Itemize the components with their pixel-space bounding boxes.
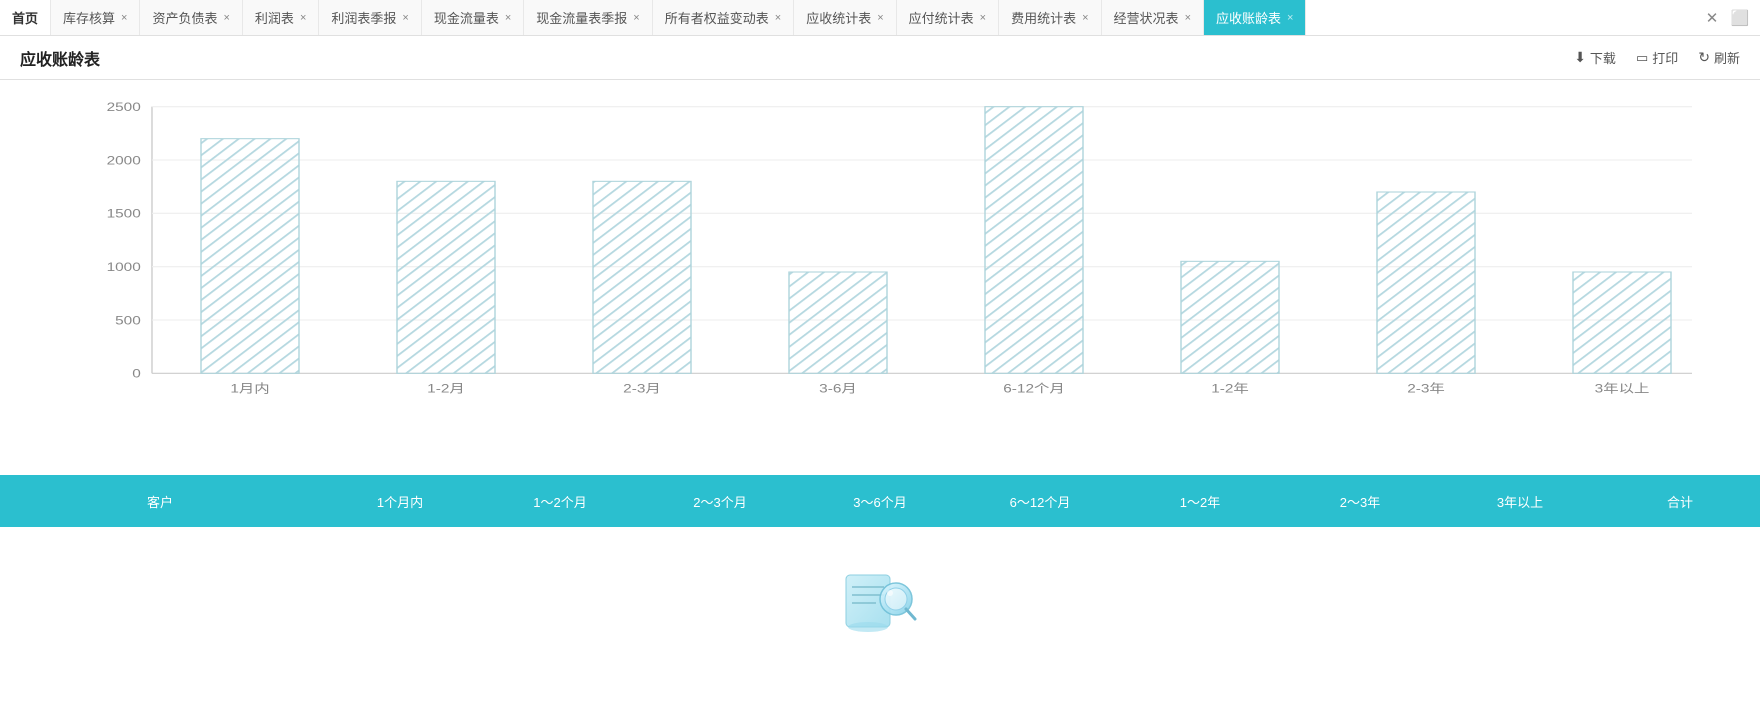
close-aging-tab[interactable]: × xyxy=(1287,12,1293,24)
tab-receivable-label: 应收统计表 xyxy=(806,8,871,27)
tab-aging[interactable]: 应收账龄表 × xyxy=(1204,0,1306,36)
svg-text:0: 0 xyxy=(132,367,141,380)
tab-inventory[interactable]: 库存核算 × xyxy=(51,0,140,36)
close-expense-tab[interactable]: × xyxy=(1082,12,1088,24)
table-body xyxy=(0,527,1760,637)
svg-text:3-6月: 3-6月 xyxy=(819,382,857,395)
chart-area: 0 500 1000 1500 2000 2500 1月内 1-2月 2-3月 … xyxy=(0,80,1760,475)
tab-payable-stats[interactable]: 应付统计表 × xyxy=(897,0,999,36)
close-cashflow-tab[interactable]: × xyxy=(505,12,511,24)
tab-profit-loss[interactable]: 利润表 × xyxy=(243,0,319,36)
tab-operations[interactable]: 经营状况表 × xyxy=(1102,0,1204,36)
main-content: 0 500 1000 1500 2000 2500 1月内 1-2月 2-3月 … xyxy=(0,80,1760,720)
svg-text:2-3月: 2-3月 xyxy=(623,382,661,395)
bar-1to2m xyxy=(397,181,495,373)
col-1to2m: 1～2个月 xyxy=(480,492,640,511)
bar-3to6m xyxy=(789,272,887,373)
page-actions: ⬇ 下载 ▭ 打印 ↻ 刷新 xyxy=(1574,48,1740,67)
bar-6to12m xyxy=(985,107,1083,374)
tab-home-label: 首页 xyxy=(12,8,38,27)
svg-text:500: 500 xyxy=(115,314,141,327)
tab-aging-label: 应收账龄表 xyxy=(1216,8,1281,27)
print-button[interactable]: ▭ 打印 xyxy=(1636,48,1678,67)
col-total: 合计 xyxy=(1600,492,1760,511)
close-profit-tab[interactable]: × xyxy=(300,12,306,24)
close-payable-tab[interactable]: × xyxy=(980,12,986,24)
col-within1m: 1个月内 xyxy=(320,492,480,511)
tab-bar: 首页 库存核算 × 资产负债表 × 利润表 × 利润表季报 × 现金流量表 × … xyxy=(0,0,1760,36)
tab-profit-quarterly-label: 利润表季报 xyxy=(331,8,396,27)
download-button[interactable]: ⬇ 下载 xyxy=(1574,48,1616,67)
refresh-label: 刷新 xyxy=(1714,48,1740,67)
tab-balance-label: 资产负债表 xyxy=(152,8,217,27)
close-cashflow-quarterly-tab[interactable]: × xyxy=(633,12,639,24)
close-equity-tab[interactable]: × xyxy=(775,12,781,24)
window-close-button[interactable]: ✕ xyxy=(1700,6,1724,30)
bar-within1m xyxy=(201,139,299,374)
svg-text:1月内: 1月内 xyxy=(230,382,269,395)
col-1to2y: 1～2年 xyxy=(1120,492,1280,511)
col-2to3y: 2～3年 xyxy=(1280,492,1440,511)
page-title: 应收账龄表 xyxy=(20,46,100,70)
tab-profit-quarterly[interactable]: 利润表季报 × xyxy=(319,0,421,36)
tab-payable-label: 应付统计表 xyxy=(909,8,974,27)
bar-2to3y xyxy=(1377,192,1475,373)
refresh-button[interactable]: ↻ 刷新 xyxy=(1698,48,1740,67)
col-2to3m: 2～3个月 xyxy=(640,492,800,511)
tab-profit-label: 利润表 xyxy=(255,8,294,27)
bar-2to3m xyxy=(593,181,691,373)
tab-cashflow-quarterly[interactable]: 现金流量表季报 × xyxy=(524,0,652,36)
svg-text:3年以上: 3年以上 xyxy=(1595,382,1650,395)
svg-text:1-2月: 1-2月 xyxy=(427,382,465,395)
bar-over3y xyxy=(1573,272,1671,373)
bar-1to2y xyxy=(1181,261,1279,373)
close-inventory-tab[interactable]: × xyxy=(121,12,127,24)
svg-text:1000: 1000 xyxy=(107,261,142,274)
tab-receivable-stats[interactable]: 应收统计表 × xyxy=(794,0,896,36)
tab-home[interactable]: 首页 xyxy=(0,0,51,36)
tab-cashflow-label: 现金流量表 xyxy=(434,8,499,27)
empty-state-icon xyxy=(830,557,930,637)
tab-equity-changes[interactable]: 所有者权益变动表 × xyxy=(653,0,794,36)
tab-inventory-label: 库存核算 xyxy=(63,8,115,27)
svg-text:1-2年: 1-2年 xyxy=(1211,382,1249,395)
tab-expense-stats[interactable]: 费用统计表 × xyxy=(999,0,1101,36)
tab-equity-label: 所有者权益变动表 xyxy=(665,8,769,27)
window-maximize-button[interactable]: ⬜ xyxy=(1728,6,1752,30)
refresh-icon: ↻ xyxy=(1698,49,1710,66)
tab-balance-sheet[interactable]: 资产负债表 × xyxy=(140,0,242,36)
tab-cashflow-quarterly-label: 现金流量表季报 xyxy=(536,8,627,27)
close-profit-quarterly-tab[interactable]: × xyxy=(402,12,408,24)
col-customer: 客户 xyxy=(0,492,320,511)
page-header: 应收账龄表 ⬇ 下载 ▭ 打印 ↻ 刷新 xyxy=(0,36,1760,80)
print-label: 打印 xyxy=(1652,48,1678,67)
empty-illustration xyxy=(830,557,930,637)
close-operations-tab[interactable]: × xyxy=(1185,12,1191,24)
close-receivable-tab[interactable]: × xyxy=(877,12,883,24)
aging-chart: 0 500 1000 1500 2000 2500 1月内 1-2月 2-3月 … xyxy=(40,96,1720,416)
close-balance-tab[interactable]: × xyxy=(223,12,229,24)
download-icon: ⬇ xyxy=(1574,49,1586,66)
svg-text:2000: 2000 xyxy=(107,154,142,167)
tab-bar-actions: ✕ ⬜ xyxy=(1692,6,1760,30)
tab-expense-label: 费用统计表 xyxy=(1011,8,1076,27)
col-6to12m: 6～12个月 xyxy=(960,492,1120,511)
download-label: 下载 xyxy=(1590,48,1616,67)
svg-text:2-3年: 2-3年 xyxy=(1407,382,1445,395)
tab-cashflow[interactable]: 现金流量表 × xyxy=(422,0,524,36)
table-header: 客户 1个月内 1～2个月 2～3个月 3～6个月 6～12个月 1～2年 2～… xyxy=(0,475,1760,527)
svg-text:1500: 1500 xyxy=(107,207,142,220)
col-3to6m: 3～6个月 xyxy=(800,492,960,511)
svg-text:2500: 2500 xyxy=(107,101,142,114)
svg-text:6-12个月: 6-12个月 xyxy=(1003,382,1065,395)
col-over3y: 3年以上 xyxy=(1440,492,1600,511)
print-icon: ▭ xyxy=(1636,50,1648,66)
tab-operations-label: 经营状况表 xyxy=(1114,8,1179,27)
